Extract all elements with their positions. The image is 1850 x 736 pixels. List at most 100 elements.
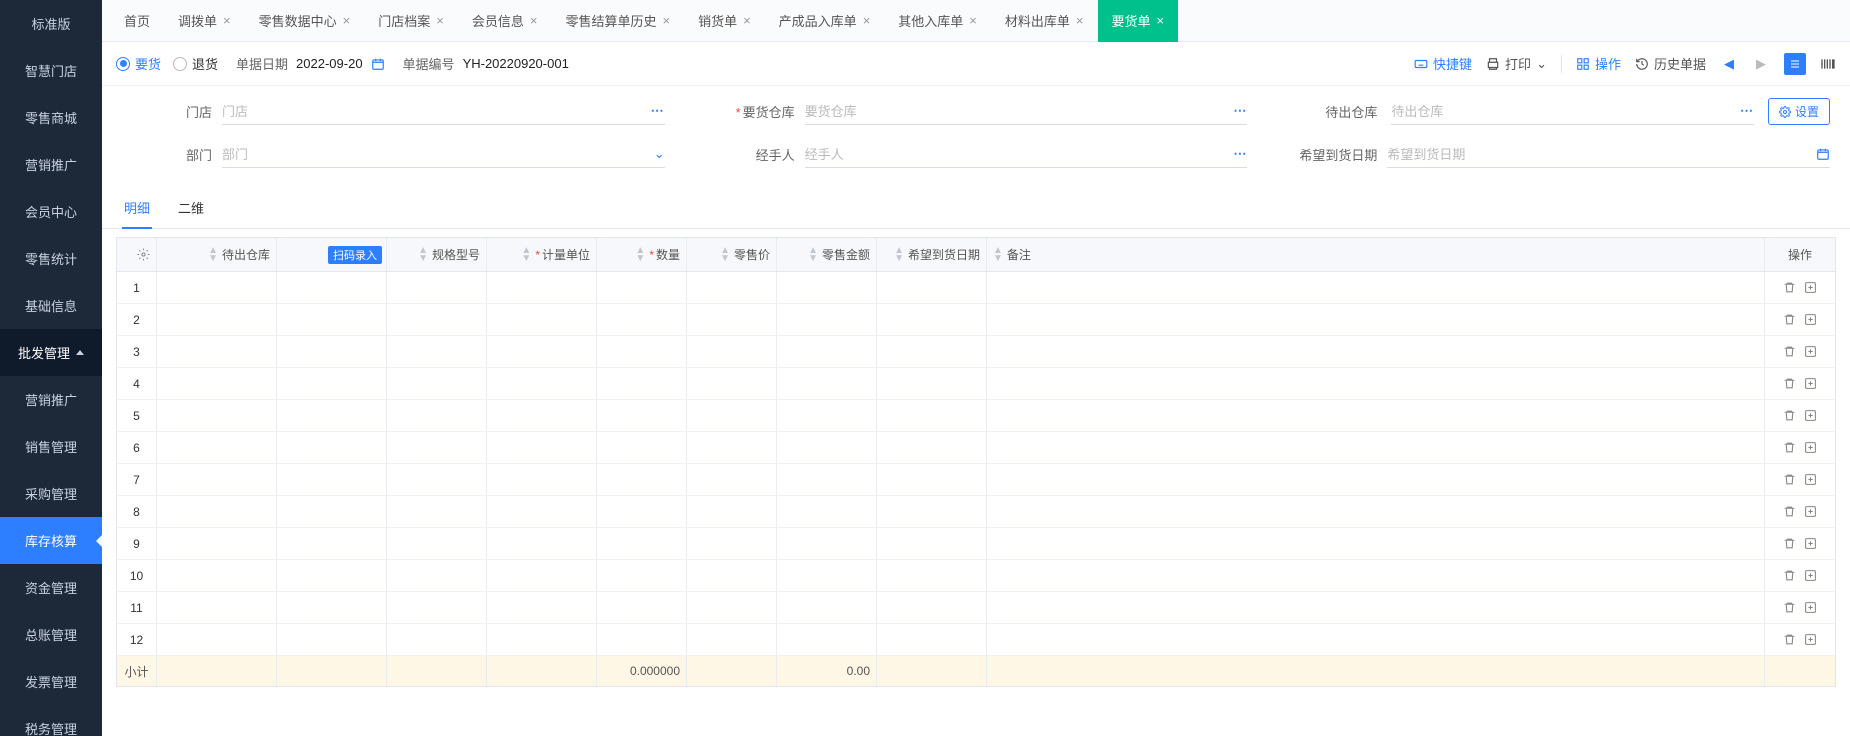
table-row[interactable]: 5	[117, 400, 1835, 432]
col-qty[interactable]: ▲▼*数量	[597, 238, 687, 271]
close-icon[interactable]: ×	[1076, 13, 1084, 28]
sidebar-item[interactable]: 总账管理	[0, 611, 102, 658]
history-button[interactable]: 历史单据	[1635, 54, 1706, 73]
col-amount[interactable]: ▲▼零售金额	[777, 238, 877, 271]
table-row[interactable]: 10	[117, 560, 1835, 592]
table-row[interactable]: 2	[117, 304, 1835, 336]
add-row-icon[interactable]	[1804, 537, 1817, 550]
sidebar-item[interactable]: 零售商城	[0, 94, 102, 141]
lookup-icon[interactable]: ⋯	[651, 103, 665, 119]
sidebar-item[interactable]: 采购管理	[0, 470, 102, 517]
calendar-icon[interactable]	[371, 57, 385, 71]
table-row[interactable]: 8	[117, 496, 1835, 528]
doc-date-value[interactable]: 2022-09-20	[296, 56, 363, 71]
table-row[interactable]: 6	[117, 432, 1835, 464]
tab-two-dim[interactable]: 二维	[176, 188, 206, 228]
handler-input[interactable]	[805, 147, 1234, 162]
add-row-icon[interactable]	[1804, 441, 1817, 454]
add-row-icon[interactable]	[1804, 377, 1817, 390]
delete-row-icon[interactable]	[1783, 281, 1796, 294]
table-row[interactable]: 3	[117, 336, 1835, 368]
close-icon[interactable]: ×	[863, 13, 871, 28]
delete-row-icon[interactable]	[1783, 633, 1796, 646]
table-row[interactable]: 1	[117, 272, 1835, 304]
sidebar-item-inventory[interactable]: 库存核算	[0, 517, 102, 564]
tab[interactable]: 销货单×	[684, 0, 765, 42]
col-unit[interactable]: ▲▼*计量单位	[487, 238, 597, 271]
lookup-icon[interactable]: ⋯	[1233, 146, 1247, 162]
dept-input[interactable]	[222, 147, 654, 162]
table-row[interactable]: 4	[117, 368, 1835, 400]
close-icon[interactable]: ×	[436, 13, 444, 28]
scan-input-tag[interactable]: 扫码录入	[328, 246, 382, 264]
shortcut-button[interactable]: 快捷键	[1414, 54, 1472, 73]
calendar-icon[interactable]	[1816, 147, 1830, 161]
delete-row-icon[interactable]	[1783, 569, 1796, 582]
tab-home[interactable]: 首页	[110, 0, 164, 42]
settings-button[interactable]: 设置	[1768, 98, 1830, 125]
sidebar-item[interactable]: 销售管理	[0, 423, 102, 470]
col-price[interactable]: ▲▼零售价	[687, 238, 777, 271]
sidebar-item[interactable]: 智慧门店	[0, 47, 102, 94]
sidebar-item[interactable]: 会员中心	[0, 188, 102, 235]
delete-row-icon[interactable]	[1783, 473, 1796, 486]
add-row-icon[interactable]	[1804, 633, 1817, 646]
tab[interactable]: 会员信息×	[458, 0, 552, 42]
tab[interactable]: 其他入库单×	[884, 0, 991, 42]
close-icon[interactable]: ×	[969, 13, 977, 28]
radio-return[interactable]: 退货	[173, 54, 218, 73]
print-button[interactable]: 打印 ⌄	[1486, 54, 1547, 73]
store-input[interactable]	[222, 104, 651, 119]
add-row-icon[interactable]	[1804, 345, 1817, 358]
col-expect-date[interactable]: ▲▼希望到货日期	[877, 238, 987, 271]
delete-row-icon[interactable]	[1783, 441, 1796, 454]
delete-row-icon[interactable]	[1783, 601, 1796, 614]
add-row-icon[interactable]	[1804, 569, 1817, 582]
radio-request[interactable]: 要货	[116, 54, 161, 73]
close-icon[interactable]: ×	[223, 13, 231, 28]
tab-active[interactable]: 要货单×	[1098, 0, 1179, 42]
sidebar-item[interactable]: 基础信息	[0, 282, 102, 329]
col-spec[interactable]: ▲▼规格型号	[387, 238, 487, 271]
close-icon[interactable]: ×	[743, 13, 751, 28]
close-icon[interactable]: ×	[343, 13, 351, 28]
table-row[interactable]: 11	[117, 592, 1835, 624]
chevron-down-icon[interactable]: ⌄	[654, 146, 665, 162]
delete-row-icon[interactable]	[1783, 345, 1796, 358]
col-settings[interactable]	[117, 238, 157, 271]
expect-date-input[interactable]	[1387, 147, 1816, 162]
sidebar-item[interactable]: 资金管理	[0, 564, 102, 611]
delete-row-icon[interactable]	[1783, 537, 1796, 550]
add-row-icon[interactable]	[1804, 409, 1817, 422]
tab[interactable]: 调拨单×	[164, 0, 245, 42]
sidebar-item[interactable]: 标准版	[0, 0, 102, 47]
prev-record-button[interactable]: ◀	[1720, 56, 1738, 72]
close-icon[interactable]: ×	[530, 13, 538, 28]
tab[interactable]: 门店档案×	[364, 0, 458, 42]
add-row-icon[interactable]	[1804, 601, 1817, 614]
tab-detail[interactable]: 明细	[122, 188, 152, 229]
close-icon[interactable]: ×	[1157, 13, 1165, 28]
tab[interactable]: 材料出库单×	[991, 0, 1098, 42]
lookup-icon[interactable]: ⋯	[1233, 103, 1247, 119]
operate-button[interactable]: 操作	[1576, 54, 1621, 73]
add-row-icon[interactable]	[1804, 505, 1817, 518]
sidebar-item[interactable]: 营销推广	[0, 141, 102, 188]
col-product[interactable]: ▲▼*商品扫码录入	[277, 238, 387, 271]
tab[interactable]: 零售结算单历史×	[551, 0, 684, 42]
close-icon[interactable]: ×	[662, 13, 670, 28]
add-row-icon[interactable]	[1804, 473, 1817, 486]
delete-row-icon[interactable]	[1783, 409, 1796, 422]
add-row-icon[interactable]	[1804, 281, 1817, 294]
sidebar-item[interactable]: 发票管理	[0, 658, 102, 705]
sidebar-item[interactable]: 零售统计	[0, 235, 102, 282]
out-warehouse-input[interactable]	[1391, 104, 1740, 119]
request-warehouse-input[interactable]	[805, 104, 1234, 119]
sidebar-section[interactable]: 批发管理	[0, 329, 102, 376]
tab[interactable]: 产成品入库单×	[765, 0, 885, 42]
sidebar-item[interactable]: 税务管理	[0, 705, 102, 736]
barcode-button[interactable]	[1820, 56, 1836, 72]
delete-row-icon[interactable]	[1783, 377, 1796, 390]
table-row[interactable]: 12	[117, 624, 1835, 656]
sidebar-item[interactable]: 营销推广	[0, 376, 102, 423]
